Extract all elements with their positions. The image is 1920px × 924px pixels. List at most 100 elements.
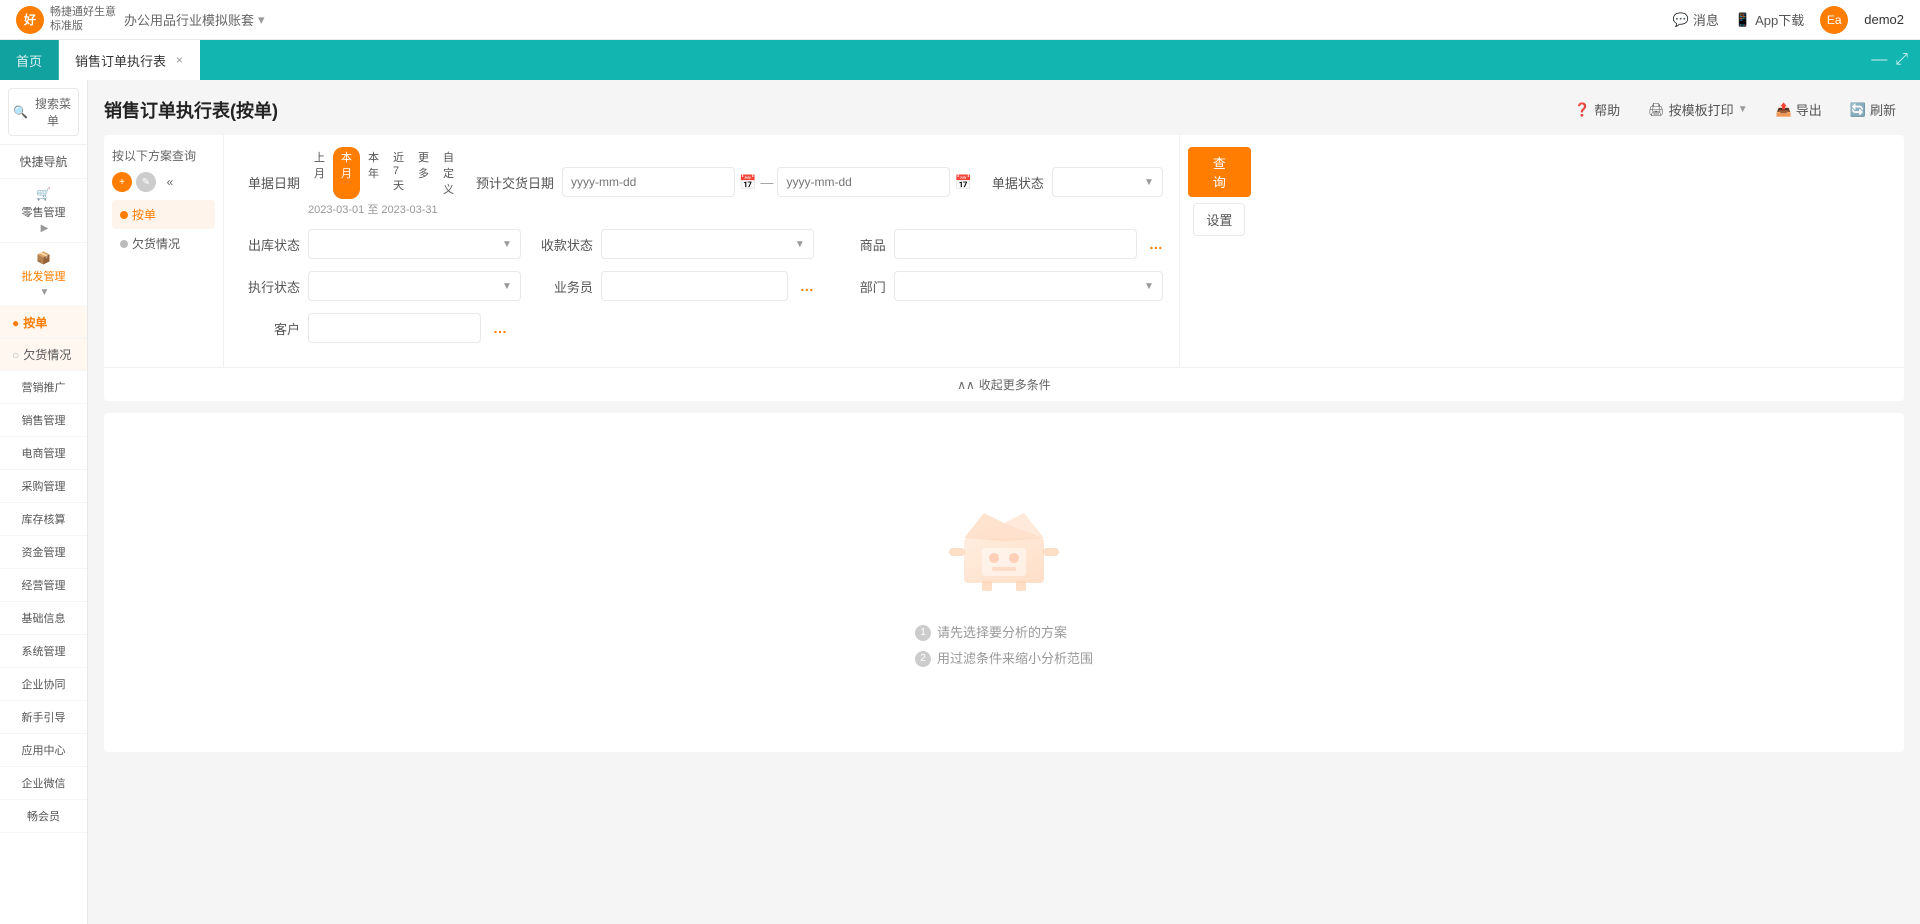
empty-icon-area xyxy=(944,493,1064,596)
tab-sales-exec-label: 销售订单执行表 xyxy=(75,51,166,70)
help-icon: ❓ xyxy=(1574,102,1590,118)
sidebar-item-wechat[interactable]: 企业微信 xyxy=(0,767,87,800)
collapse-up-icon: ∧∧ xyxy=(957,378,975,392)
filter-scheme-title: 按以下方案查询 xyxy=(112,147,215,164)
sidebar-item-member[interactable]: 畅会员 xyxy=(0,800,87,833)
calendar-end-icon[interactable]: 📅 xyxy=(954,174,971,191)
help-button[interactable]: ❓ 帮助 xyxy=(1566,96,1628,123)
customer-input[interactable] xyxy=(308,313,481,343)
tab-close-icon[interactable]: × xyxy=(176,53,183,67)
wholesale-label: 批发管理 xyxy=(22,268,66,284)
filter-field-expected-date: 预计交货日期 📅 — 📅 xyxy=(476,167,972,197)
add-scheme-button[interactable]: + xyxy=(112,172,132,192)
filter-field-status: 单据状态 ▼ xyxy=(984,167,1163,197)
sidebar-item-quick-nav[interactable]: 快捷导航 xyxy=(0,145,87,179)
date-tab-custom[interactable]: 自定义 xyxy=(437,147,460,199)
exec-select[interactable]: ▼ xyxy=(308,271,521,301)
sidebar-item-basic[interactable]: 基础信息 xyxy=(0,602,87,635)
filter-row-2: 出库状态 ▼ 收款状态 xyxy=(240,229,1163,259)
salesperson-more-icon[interactable]: … xyxy=(800,278,814,294)
inventory-label: 库存核算 xyxy=(22,511,66,527)
search-menu-button[interactable]: 🔍 搜索菜单 xyxy=(8,88,79,136)
sidebar-item-retail[interactable]: 🛒 零售管理 ▶ xyxy=(0,179,87,243)
status-select[interactable]: ▼ xyxy=(1052,167,1163,197)
salesperson-input[interactable] xyxy=(601,271,788,301)
delivery-select[interactable]: ▼ xyxy=(308,229,521,259)
delivery-label: 出库状态 xyxy=(240,235,300,254)
sidebar-item-system[interactable]: 系统管理 xyxy=(0,635,87,668)
logo-icon: 好 xyxy=(16,6,44,34)
sidebar-item-marketing[interactable]: 营销推广 xyxy=(0,371,87,404)
query-button[interactable]: 查询 xyxy=(1188,147,1251,197)
collapse-scheme-button[interactable]: « xyxy=(160,172,180,192)
scheme-item-debt[interactable]: 欠货情况 xyxy=(112,229,215,258)
goods-more-icon[interactable]: … xyxy=(1149,236,1163,252)
breadcrumb-arrow-icon[interactable]: ▾ xyxy=(258,12,265,28)
tip1-num: 1 xyxy=(915,625,931,641)
filter-field-delivery: 出库状态 ▼ xyxy=(240,229,521,259)
filter-scheme-controls: + ✎ « xyxy=(112,172,215,192)
date-tab-7days[interactable]: 近7天 xyxy=(387,147,410,199)
sidebar-item-purchase[interactable]: 采购管理 xyxy=(0,470,87,503)
username-label: demo2 xyxy=(1864,12,1904,27)
retail-icon: 🛒 xyxy=(36,187,51,201)
filter-field-payment: 收款状态 ▼ xyxy=(533,229,814,259)
date-tab-more[interactable]: 更多 xyxy=(412,147,435,199)
sales-label: 销售管理 xyxy=(22,412,66,428)
sidebar-item-wholesale[interactable]: 📦 批发管理 ▼ xyxy=(0,243,87,307)
content-area: 销售订单执行表(按单) ❓ 帮助 🖨 按模板打印 ▼ 📤 导出 xyxy=(88,80,1920,924)
message-icon: 💬 xyxy=(1673,12,1689,28)
expected-date-start-input[interactable] xyxy=(562,167,735,197)
date-tabs: 上月 本月 本年 近7天 更多 自定义 xyxy=(308,147,460,199)
customer-more-icon[interactable]: … xyxy=(493,320,507,336)
tab-minimize-button[interactable]: — xyxy=(1871,51,1887,69)
date-tab-lastmonth[interactable]: 上月 xyxy=(308,147,331,199)
collapse-bar[interactable]: ∧∧ 收起更多条件 xyxy=(104,367,1904,401)
finance-label: 资金管理 xyxy=(22,544,66,560)
sub-nav-order[interactable]: ● 按单 xyxy=(0,307,87,339)
filter-field-salesperson: 业务员 … xyxy=(533,271,814,301)
sidebar-item-operations[interactable]: 经营管理 xyxy=(0,569,87,602)
filter-field-exec: 执行状态 ▼ xyxy=(240,271,521,301)
refresh-button[interactable]: 🔄 刷新 xyxy=(1842,96,1904,123)
salesperson-label: 业务员 xyxy=(533,277,593,296)
expected-date-label: 预计交货日期 xyxy=(476,173,554,192)
export-button[interactable]: 📤 导出 xyxy=(1768,96,1830,123)
expected-date-end-input[interactable] xyxy=(777,167,950,197)
sidebar-item-ecommerce[interactable]: 电商管理 xyxy=(0,437,87,470)
sidebar-item-sales[interactable]: 销售管理 xyxy=(0,404,87,437)
print-button[interactable]: 🖨 按模板打印 ▼ xyxy=(1640,96,1755,123)
sidebar-item-inventory[interactable]: 库存核算 xyxy=(0,503,87,536)
setting-button[interactable]: 设置 xyxy=(1193,203,1245,236)
edit-scheme-button[interactable]: ✎ xyxy=(136,172,156,192)
sidebar-item-enterprise[interactable]: 企业协同 xyxy=(0,668,87,701)
date-tab-thismonth[interactable]: 本月 xyxy=(333,147,360,199)
breadcrumb: 办公用品行业模拟账套 ▾ xyxy=(124,10,265,29)
customer-label: 客户 xyxy=(240,319,300,338)
scheme-item-order[interactable]: 按单 xyxy=(112,200,215,229)
sub-nav-debt[interactable]: ○ 欠货情况 xyxy=(0,339,87,371)
date-tab-thisyear[interactable]: 本年 xyxy=(362,147,385,199)
empty-state: 1 请先选择要分析的方案 2 用过滤条件来缩小分析范围 xyxy=(104,413,1904,752)
avatar[interactable]: Ea xyxy=(1820,6,1848,34)
tab-home[interactable]: 首页 xyxy=(0,40,59,80)
dept-select[interactable]: ▼ xyxy=(894,271,1163,301)
page-title: 销售订单执行表(按单) xyxy=(104,97,278,123)
message-button[interactable]: 💬 消息 xyxy=(1673,10,1719,29)
sidebar-item-finance[interactable]: 资金管理 xyxy=(0,536,87,569)
tab-sales-exec[interactable]: 销售订单执行表 × xyxy=(59,40,200,80)
top-header: 好 畅捷通好生意 标准版 办公用品行业模拟账套 ▾ 💬 消息 📱 App下载 E… xyxy=(0,0,1920,40)
payment-select[interactable]: ▼ xyxy=(601,229,814,259)
tab-maximize-button[interactable]: ⤢ xyxy=(1895,51,1908,69)
delivery-arrow-icon: ▼ xyxy=(502,239,512,250)
filter-field-dept: 部门 ▼ xyxy=(826,271,1163,301)
sidebar-item-newcomer[interactable]: 新手引导 xyxy=(0,701,87,734)
goods-input[interactable] xyxy=(894,229,1137,259)
sidebar-item-appcenter[interactable]: 应用中心 xyxy=(0,734,87,767)
purchase-label: 采购管理 xyxy=(22,478,66,494)
calendar-start-icon[interactable]: 📅 xyxy=(739,174,756,191)
filter-field-goods: 商品 … xyxy=(826,229,1163,259)
empty-box-icon xyxy=(944,493,1064,593)
retail-arrow-icon: ▶ xyxy=(41,223,49,234)
app-download-button[interactable]: 📱 App下载 xyxy=(1735,10,1804,29)
